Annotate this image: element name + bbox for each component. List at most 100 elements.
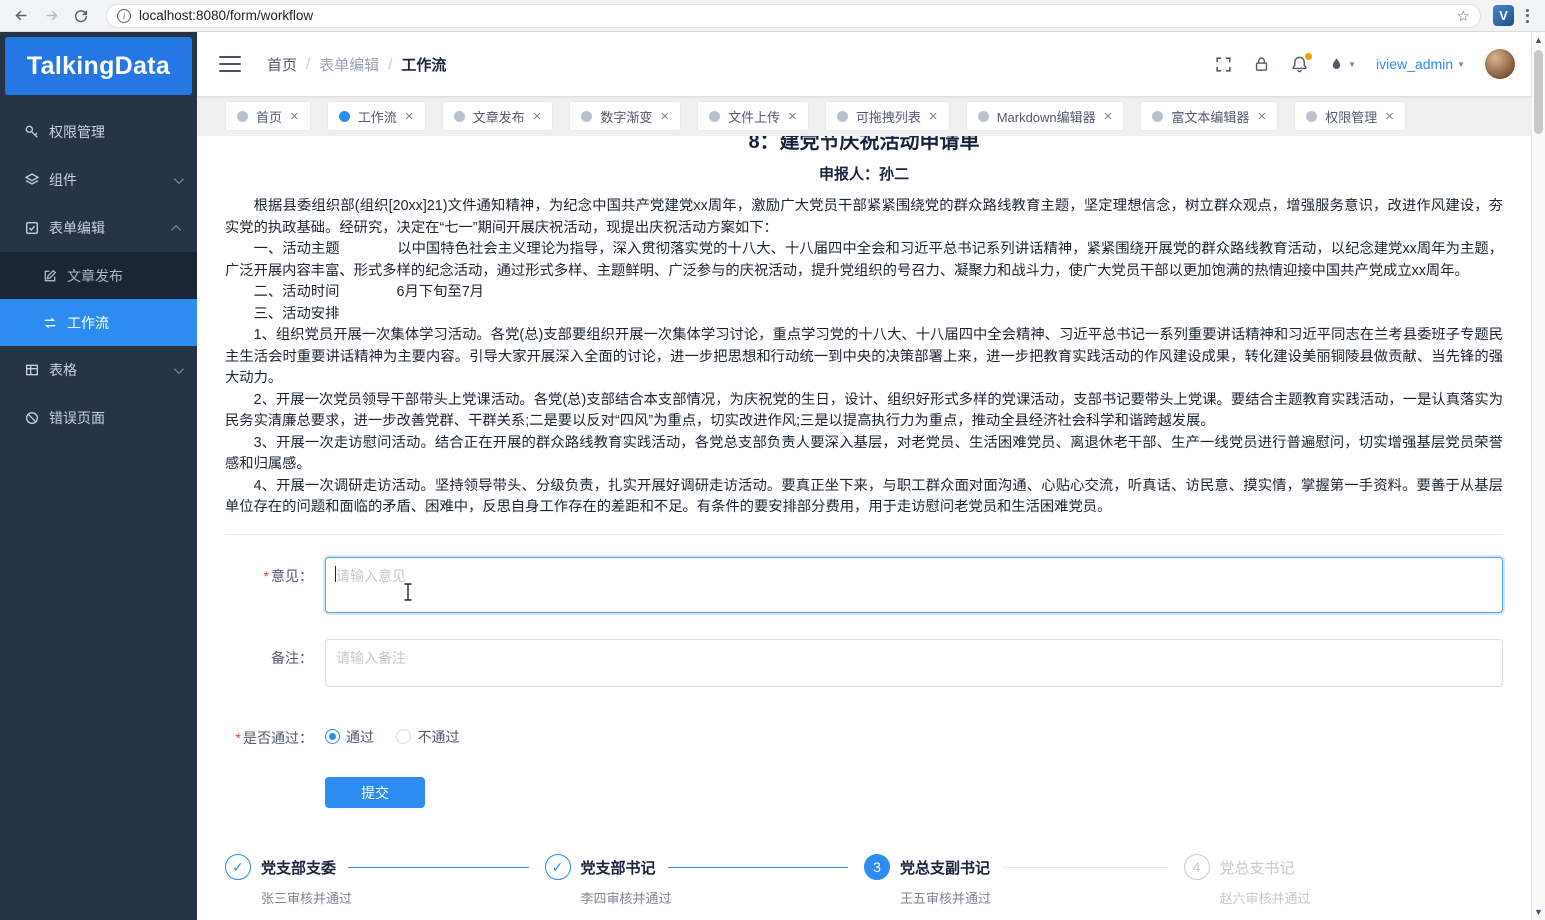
browser-reload-icon[interactable] [68,3,94,29]
tab-markdown-editor[interactable]: Markdown编辑器 × [965,101,1125,131]
fullscreen-icon[interactable] [1214,55,1233,74]
remark-textarea[interactable] [325,638,1503,687]
sidebar-item-label: 表格 [49,362,77,378]
tab-close-icon[interactable]: × [788,109,797,124]
tab-label: 首页 [256,109,283,125]
step-connector [348,866,529,868]
tab-close-icon[interactable]: × [1257,109,1266,124]
browser-menu-icon[interactable] [1518,5,1537,27]
paragraph: 3、开展一次走访慰问活动。结合正在开展的群众路线教育实践活动，各党总支部负责人要… [225,434,1503,473]
tab-close-icon[interactable]: × [660,109,669,124]
tab-close-icon[interactable]: × [533,109,542,124]
tab-permission[interactable]: 权限管理 × [1294,101,1406,131]
tab-close-icon[interactable]: × [1104,109,1113,124]
tab-count-to[interactable]: 数字渐变 × [569,101,682,131]
tab-label: 权限管理 [1325,109,1378,125]
step-description: 王五审核并通过 [900,891,992,906]
tab-close-icon[interactable]: × [929,109,938,124]
step-title: 党总支副书记 [900,859,991,877]
sidebar: TalkingData 权限管理 组件 表单编辑 文章发布 工作流 表格 错误页… [0,32,197,920]
paragraph: 2、开展一次党员领导干部带头上党课活动。各党(总)支部结合本支部情况，为庆祝党的… [225,391,1503,430]
step-title: 党支部支委 [261,859,337,877]
paragraph: 1、组织党员开展一次集体学习活动。各党(总)支部要组织开展一次集体学习讨论，重点… [225,327,1503,386]
step-head: 3 党总支副书记 [864,854,1184,880]
sidebar-item-permission[interactable]: 权限管理 [0,108,197,156]
step-3: 3 党总支副书记 王五审核并通过 [864,854,1184,907]
notification-bell-icon[interactable] [1290,52,1313,74]
tab-home[interactable]: 首页 × [225,101,311,131]
bookmark-star-icon[interactable]: ☆ [1457,7,1470,25]
sidebar-item-components[interactable]: 组件 [0,156,197,204]
tab-rich-text-editor[interactable]: 富文本编辑器 × [1140,101,1279,131]
divider [225,533,1503,535]
breadcrumb-form-edit[interactable]: 表单编辑 [319,54,379,75]
sidebar-item-error-pages[interactable]: 错误页面 [0,394,197,442]
scroll-up-icon[interactable]: ▲ [1532,35,1545,45]
step-title: 党支部书记 [580,859,656,877]
required-mark: * [263,567,269,584]
paragraph: 4、开展一次调研走访活动。坚持领导带头、分级负责，扎实开展好调研走访活动。要真正… [225,477,1503,516]
tab-file-upload[interactable]: 文件上传 × [697,101,809,131]
chevron-up-icon [171,224,182,235]
sidebar-item-article-publish[interactable]: 文章发布 [0,252,197,299]
compose-icon [42,268,58,284]
step-2: ✓ 党支部书记 李四审核并通过 [544,854,865,907]
theme-ink-icon[interactable]: ▼ [1329,55,1356,73]
tab-workflow[interactable]: 工作流 × [326,101,426,131]
vimium-extension-icon[interactable]: V [1493,5,1514,26]
sidebar-item-label: 表单编辑 [49,220,105,236]
sidebar-item-label: 组件 [49,172,77,188]
sidebar-item-label: 文章发布 [67,267,123,284]
step-head: ✓ 党支部支委 [225,854,545,880]
sidebar-item-form-edit[interactable]: 表单编辑 [0,204,197,252]
step-description: 赵六审核并通过 [1219,891,1311,906]
tab-dot [1306,110,1318,122]
paragraph: 三、活动安排 [253,305,340,322]
browser-back-icon[interactable] [8,3,34,29]
breadcrumb: 首页 / 表单编辑 / 工作流 [267,54,446,75]
sidebar-item-tables[interactable]: 表格 [0,346,197,394]
remark-row: 备注： [225,638,1503,687]
sidebar-item-workflow[interactable]: 工作流 [0,299,197,346]
page-info-icon[interactable]: i [117,8,131,23]
avatar[interactable] [1485,49,1515,79]
remark-label: 备注： [225,639,325,687]
url-bar[interactable]: i localhost:8080/form/workflow ☆ [106,3,1481,28]
tab-close-icon[interactable]: × [405,109,414,124]
pass-row: * 是否通过： 通过 不通过 [225,727,1503,750]
screen: i localhost:8080/form/workflow ☆ V Talki… [0,0,1545,920]
radio-fail[interactable]: 不通过 [396,727,459,747]
radio-dot [325,729,340,744]
opinion-textarea[interactable] [325,556,1503,613]
key-icon [24,124,40,140]
user-menu[interactable]: iview_admin ▼ [1376,56,1465,72]
header-actions: ▼ iview_admin ▼ [1214,49,1515,79]
tab-article-publish[interactable]: 文章发布 × [441,101,554,131]
tab-draggable-list[interactable]: 可拖拽列表 × [824,101,950,131]
vertical-scrollbar[interactable]: ▲ ▼ [1531,32,1545,920]
step-number: 4 [1183,854,1210,880]
lock-icon[interactable] [1253,55,1270,74]
app-logo[interactable]: TalkingData [5,37,192,95]
radio-dot [396,729,412,744]
scroll-down-icon[interactable]: ▼ [1532,907,1545,917]
caret-down-icon: ▼ [1457,59,1465,69]
tab-close-icon[interactable]: × [290,109,299,124]
breadcrumb-home[interactable]: 首页 [267,54,297,75]
workflow-document: 8：建党节庆祝活动申请单 申报人：孙二 根据县委组织部(组织[20xx]21)文… [225,136,1503,519]
submit-button[interactable]: 提交 [325,777,425,808]
step-head: ✓ 党支部书记 [544,854,865,880]
tab-close-icon[interactable]: × [1385,109,1394,124]
hamburger-menu-icon[interactable] [219,55,241,73]
step-description: 张三审核并通过 [261,891,353,906]
browser-forward-icon[interactable] [38,3,64,29]
text-cursor [403,582,413,606]
opinion-row: * 意见： [225,556,1503,613]
breadcrumb-separator: / [306,55,311,73]
radio-pass[interactable]: 通过 [325,727,374,747]
step-description: 李四审核并通过 [580,891,672,906]
scrollbar-thumb[interactable] [1534,50,1543,134]
table-icon [24,362,40,378]
header: 首页 / 表单编辑 / 工作流 ▼ iview_admin ▼ [197,32,1531,96]
step-check-icon: ✓ [544,854,571,880]
